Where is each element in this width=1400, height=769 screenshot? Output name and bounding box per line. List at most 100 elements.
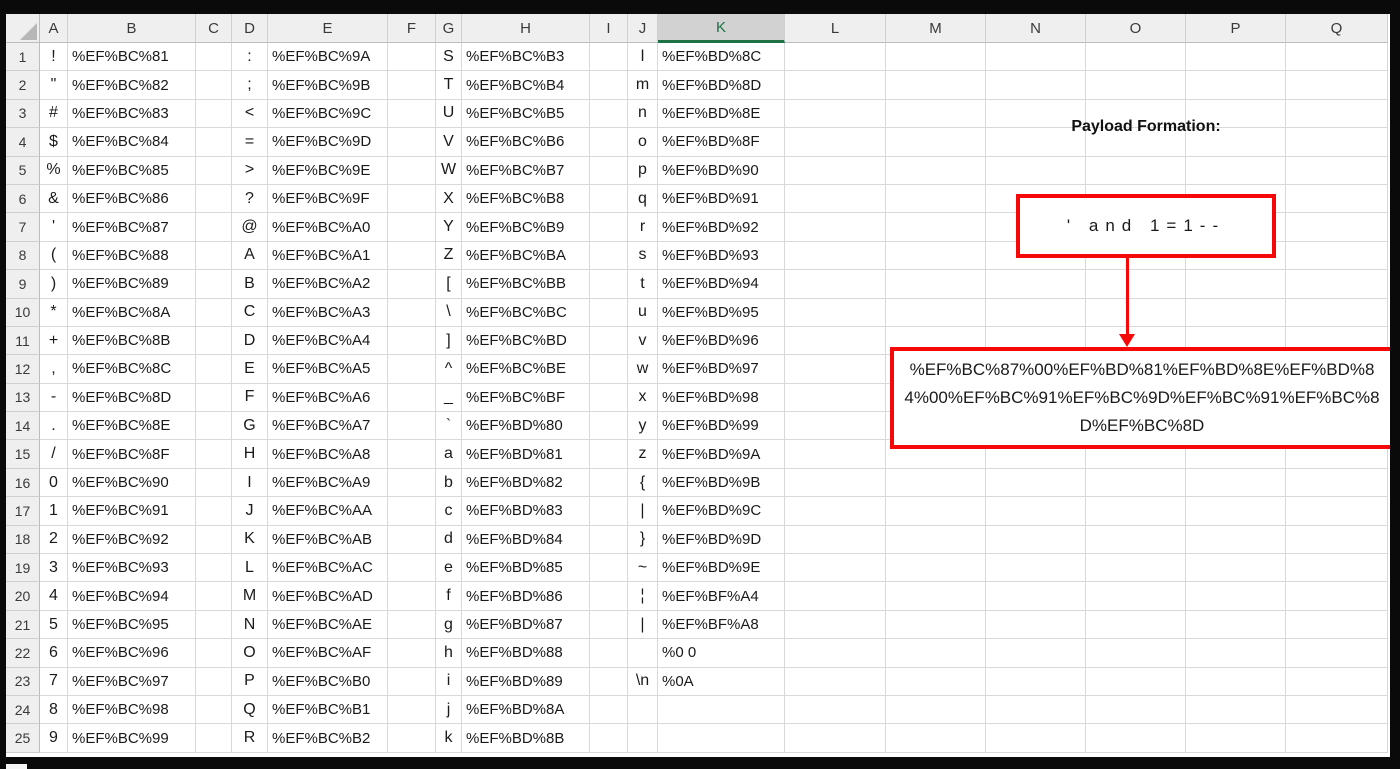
cell-K3[interactable]: %EF%BD%8E: [658, 99, 785, 129]
cell-B7[interactable]: %EF%BC%87: [68, 213, 196, 242]
cell-M21[interactable]: [886, 610, 986, 640]
cell-A3[interactable]: #: [40, 99, 68, 129]
cell-H7[interactable]: %EF%BC%B9: [462, 213, 590, 242]
column-header-A[interactable]: A: [40, 14, 68, 43]
cell-O17[interactable]: [1086, 497, 1186, 526]
cell-J5[interactable]: p: [628, 156, 658, 185]
row-header-5[interactable]: 5: [6, 156, 40, 185]
cell-D16[interactable]: I: [232, 468, 268, 498]
cell-K24[interactable]: [658, 695, 785, 725]
cell-A14[interactable]: .: [40, 412, 68, 441]
cell-O24[interactable]: [1086, 695, 1186, 725]
cell-B22[interactable]: %EF%BC%96: [68, 639, 196, 668]
cell-F11[interactable]: [388, 326, 436, 356]
cell-J21[interactable]: |: [628, 610, 658, 640]
cell-F24[interactable]: [388, 695, 436, 725]
cell-A6[interactable]: &: [40, 184, 68, 214]
cell-J19[interactable]: ~: [628, 554, 658, 583]
cell-N10[interactable]: [986, 298, 1086, 327]
cell-I5[interactable]: [590, 156, 628, 185]
cell-A5[interactable]: %: [40, 156, 68, 185]
column-header-I[interactable]: I: [590, 14, 628, 43]
row-header-8[interactable]: 8: [6, 241, 40, 271]
cell-D12[interactable]: E: [232, 355, 268, 384]
cell-E9[interactable]: %EF%BC%A2: [268, 270, 388, 299]
cell-C3[interactable]: [196, 99, 232, 129]
column-header-P[interactable]: P: [1186, 14, 1286, 43]
cell-M9[interactable]: [886, 270, 986, 299]
cell-A24[interactable]: 8: [40, 695, 68, 725]
cell-E4[interactable]: %EF%BC%9D: [268, 128, 388, 157]
cell-Q5[interactable]: [1286, 156, 1388, 185]
cell-J11[interactable]: v: [628, 326, 658, 356]
row-header-18[interactable]: 18: [6, 525, 40, 555]
cell-H6[interactable]: %EF%BC%B8: [462, 184, 590, 214]
cell-L8[interactable]: [785, 241, 886, 271]
cell-K15[interactable]: %EF%BD%9A: [658, 440, 785, 469]
cell-M2[interactable]: [886, 71, 986, 100]
cell-A19[interactable]: 3: [40, 554, 68, 583]
column-header-C[interactable]: C: [196, 14, 232, 43]
cell-F21[interactable]: [388, 610, 436, 640]
cell-B2[interactable]: %EF%BC%82: [68, 71, 196, 100]
cell-K14[interactable]: %EF%BD%99: [658, 412, 785, 441]
cell-A4[interactable]: $: [40, 128, 68, 157]
cell-A18[interactable]: 2: [40, 525, 68, 555]
cell-L10[interactable]: [785, 298, 886, 327]
cell-G15[interactable]: a: [436, 440, 462, 469]
cell-A10[interactable]: *: [40, 298, 68, 327]
cell-B20[interactable]: %EF%BC%94: [68, 582, 196, 611]
cell-F18[interactable]: [388, 525, 436, 555]
cell-K8[interactable]: %EF%BD%93: [658, 241, 785, 271]
cell-K18[interactable]: %EF%BD%9D: [658, 525, 785, 555]
cell-A7[interactable]: ': [40, 213, 68, 242]
cell-O9[interactable]: [1086, 270, 1186, 299]
cell-C6[interactable]: [196, 184, 232, 214]
cell-C2[interactable]: [196, 71, 232, 100]
cell-L6[interactable]: [785, 184, 886, 214]
cell-E17[interactable]: %EF%BC%AA: [268, 497, 388, 526]
cell-I25[interactable]: [590, 724, 628, 753]
cell-J14[interactable]: y: [628, 412, 658, 441]
row-header-25[interactable]: 25: [6, 724, 40, 753]
cell-K23[interactable]: %0A: [658, 667, 785, 696]
column-header-G[interactable]: G: [436, 14, 462, 43]
cell-E21[interactable]: %EF%BC%AE: [268, 610, 388, 640]
column-header-E[interactable]: E: [268, 14, 388, 43]
cell-K20[interactable]: %EF%BF%A4: [658, 582, 785, 611]
cell-D3[interactable]: <: [232, 99, 268, 129]
cell-L23[interactable]: [785, 667, 886, 696]
cell-F8[interactable]: [388, 241, 436, 271]
cell-H11[interactable]: %EF%BC%BD: [462, 326, 590, 356]
column-header-M[interactable]: M: [886, 14, 986, 43]
cell-K1[interactable]: %EF%BD%8C: [658, 43, 785, 72]
cell-P23[interactable]: [1186, 667, 1286, 696]
cell-Q19[interactable]: [1286, 554, 1388, 583]
row-header-15[interactable]: 15: [6, 440, 40, 469]
cell-L22[interactable]: [785, 639, 886, 668]
cell-M1[interactable]: [886, 43, 986, 72]
cell-I22[interactable]: [590, 639, 628, 668]
cell-A17[interactable]: 1: [40, 497, 68, 526]
row-header-20[interactable]: 20: [6, 582, 40, 611]
cell-F4[interactable]: [388, 128, 436, 157]
cell-I10[interactable]: [590, 298, 628, 327]
cell-I13[interactable]: [590, 383, 628, 413]
cell-I11[interactable]: [590, 326, 628, 356]
cell-J20[interactable]: ¦: [628, 582, 658, 611]
cell-L14[interactable]: [785, 412, 886, 441]
cell-D22[interactable]: O: [232, 639, 268, 668]
cell-K6[interactable]: %EF%BD%91: [658, 184, 785, 214]
cell-N21[interactable]: [986, 610, 1086, 640]
cell-A9[interactable]: ): [40, 270, 68, 299]
cell-B11[interactable]: %EF%BC%8B: [68, 326, 196, 356]
cell-F14[interactable]: [388, 412, 436, 441]
cell-E1[interactable]: %EF%BC%9A: [268, 43, 388, 72]
cell-E10[interactable]: %EF%BC%A3: [268, 298, 388, 327]
cell-D24[interactable]: Q: [232, 695, 268, 725]
cell-J24[interactable]: [628, 695, 658, 725]
cell-P1[interactable]: [1186, 43, 1286, 72]
cell-M24[interactable]: [886, 695, 986, 725]
cell-E2[interactable]: %EF%BC%9B: [268, 71, 388, 100]
cell-M16[interactable]: [886, 468, 986, 498]
